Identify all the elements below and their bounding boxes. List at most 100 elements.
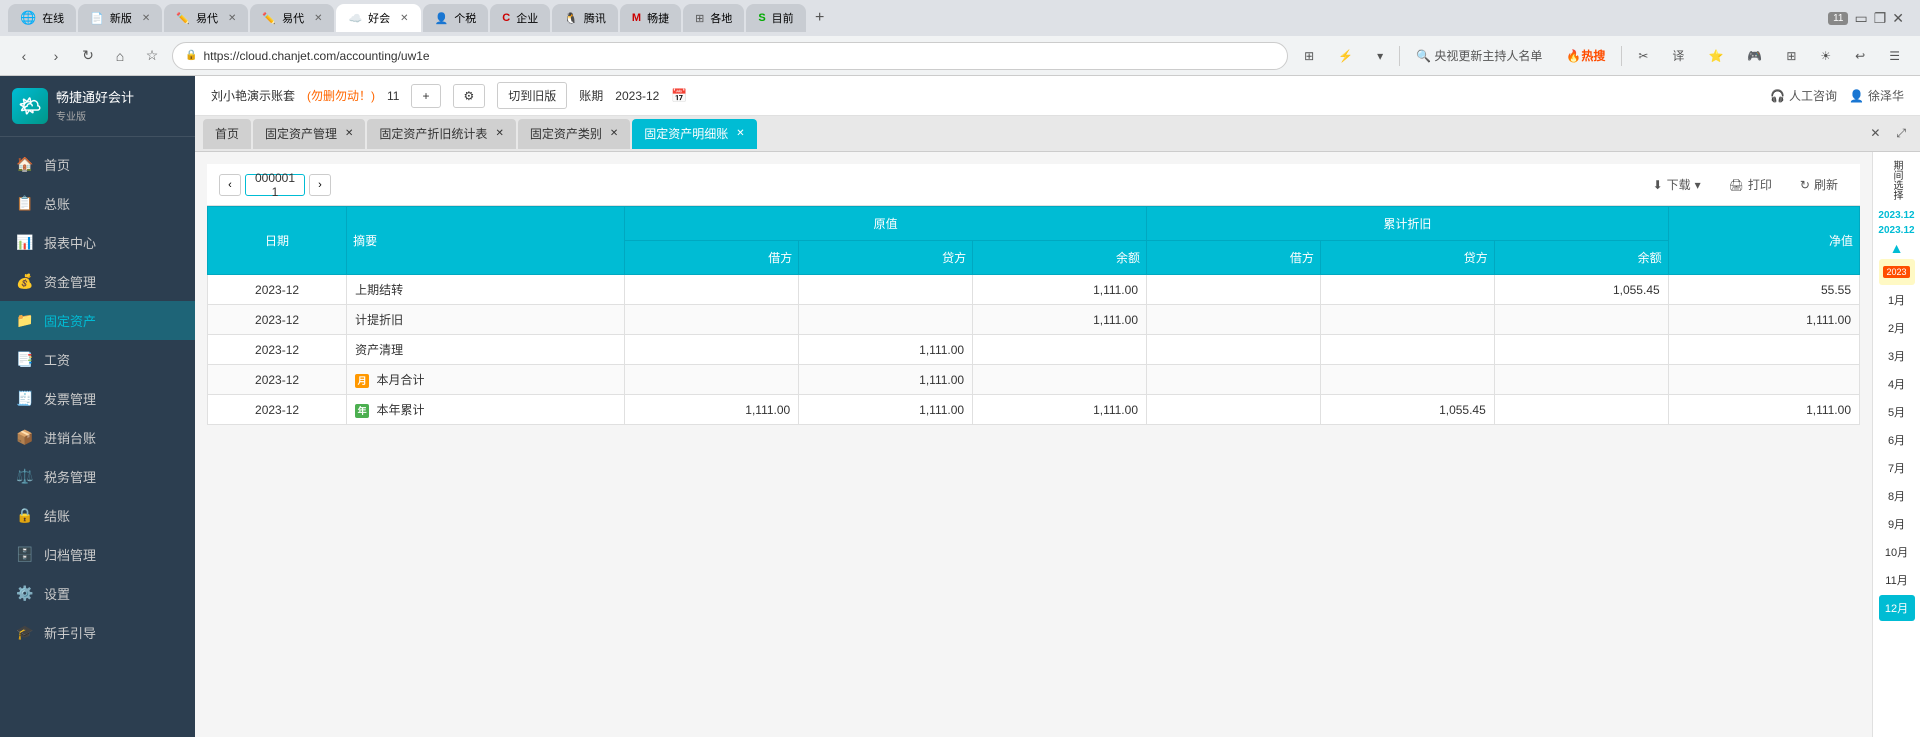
sidebar-item-ledger[interactable]: 📋 总账 (0, 184, 195, 223)
forward-button[interactable]: › (44, 44, 68, 68)
translate-btn[interactable]: 译 (1664, 43, 1692, 68)
undo-btn[interactable]: ↩ (1847, 45, 1873, 67)
period-month-8[interactable]: 8月 (1879, 483, 1915, 509)
search-bar[interactable]: 🔍 央视更新主持人名单 (1408, 43, 1550, 68)
switch-version-button[interactable]: 切到旧版 (497, 82, 567, 109)
browser-tab-qiye[interactable]: C 企业 (490, 4, 550, 32)
sidebar-item-purchase-sales[interactable]: 📦 进销台账 (0, 418, 195, 457)
settings-button[interactable]: ⚙ (453, 84, 486, 108)
period-month-11[interactable]: 11月 (1879, 567, 1915, 593)
cell-date: 2023-12 (208, 275, 347, 305)
period-month-5[interactable]: 5月 (1879, 399, 1915, 425)
tab-bar: 🌐 在线 📄 新版 ✕ ✏️ 易代 ✕ ✏️ 易代 ✕ ☁️ 好会 ✕ 👤 个税 (0, 0, 1920, 36)
restore-icon[interactable]: ❐ (1874, 10, 1887, 27)
tab-asset-detail-ledger[interactable]: 固定资产明细账 ✕ (632, 119, 756, 149)
user-profile-button[interactable]: 👤 徐泽华 (1849, 87, 1904, 104)
page-number-display[interactable]: 000001 1 (245, 174, 305, 196)
tab-fixed-assets-mgmt[interactable]: 固定资产管理 ✕ (253, 119, 365, 149)
home-button[interactable]: ⌂ (108, 44, 132, 68)
cell-orig-credit: 1,111.00 (799, 365, 973, 395)
cell-dep-balance (1494, 395, 1668, 425)
period-month-4[interactable]: 4月 (1879, 371, 1915, 397)
game-btn[interactable]: 🎮 (1739, 45, 1770, 67)
tab-close-icon[interactable]: ✕ (736, 128, 744, 139)
refresh-button[interactable]: ↻ (76, 44, 100, 68)
add-account-button[interactable]: + (411, 84, 440, 108)
download-button[interactable]: ⬇ 下载 ▾ (1643, 172, 1711, 197)
tab-close-icon[interactable]: ✕ (314, 13, 322, 24)
browser-tab-tencent[interactable]: 🐧 腾讯 (552, 4, 618, 32)
home-icon: 🏠 (16, 156, 34, 174)
tab-close-icon[interactable]: ✕ (228, 13, 236, 24)
tab-depreciation-stats[interactable]: 固定资产折旧统计表 ✕ (367, 119, 515, 149)
period-month-3[interactable]: 3月 (1879, 343, 1915, 369)
sidebar-item-archive[interactable]: 🗄️ 归档管理 (0, 535, 195, 574)
period-month-12[interactable]: 12月 (1879, 595, 1915, 621)
invoices-icon: 🧾 (16, 390, 34, 408)
browser-tab-geshui[interactable]: 👤 个税 (423, 4, 489, 32)
period-month-7[interactable]: 7月 (1879, 455, 1915, 481)
sidebar-item-guide[interactable]: 🎓 新手引导 (0, 613, 195, 652)
maximize-button[interactable]: ⤢ (1890, 124, 1912, 143)
print-button[interactable]: 🖨 打印 (1719, 172, 1782, 197)
period-start-date[interactable]: 2023.12 (1874, 208, 1918, 223)
sidebar-item-settings[interactable]: ⚙️ 设置 (0, 574, 195, 613)
cell-net-value: 1,111.00 (1668, 305, 1859, 335)
sidebar-item-reports[interactable]: 📊 报表中心 (0, 223, 195, 262)
sidebar-item-label: 报表中心 (44, 233, 96, 252)
header-user-text: 刘小艳演示账套 (211, 87, 295, 104)
period-end-date[interactable]: 2023.12 (1874, 223, 1918, 238)
sidebar-item-invoices[interactable]: 🧾 发票管理 (0, 379, 195, 418)
archive-icon: 🗄️ (16, 546, 34, 564)
browser-tab-yidai1[interactable]: ✏️ 易代 ✕ (164, 4, 248, 32)
url-input[interactable]: 🔒 https://cloud.chanjet.com/accounting/u… (172, 42, 1288, 70)
period-month-2[interactable]: 2月 (1879, 315, 1915, 341)
tab-close-icon[interactable]: ✕ (610, 128, 618, 139)
browser-tab-haokuai[interactable]: ☁️ 好会 ✕ (336, 4, 420, 32)
period-month-9[interactable]: 9月 (1879, 511, 1915, 537)
tab-asset-category[interactable]: 固定资产类别 ✕ (518, 119, 630, 149)
scissors-btn[interactable]: ✂ (1630, 45, 1656, 67)
period-month-10[interactable]: 10月 (1879, 539, 1915, 565)
browser-tab-online[interactable]: 🌐 在线 (8, 4, 76, 32)
service-button[interactable]: 🎧 人工咨询 (1770, 87, 1837, 104)
sidebar-item-funds[interactable]: 💰 资金管理 (0, 262, 195, 301)
dropdown-btn[interactable]: ▾ (1369, 45, 1391, 67)
tab-close-icon[interactable]: ✕ (142, 13, 150, 24)
browser-tab-new[interactable]: 📄 新版 ✕ (78, 4, 162, 32)
browser-tab-yidai2[interactable]: ✏️ 易代 ✕ (250, 4, 334, 32)
minimize-icon[interactable]: ▭ (1854, 10, 1867, 27)
bookmark-button[interactable]: ☆ (140, 44, 164, 68)
sidebar-item-fixed-assets[interactable]: 📁 固定资产 (0, 301, 195, 340)
next-page-button[interactable]: › (309, 174, 331, 196)
prev-page-button[interactable]: ‹ (219, 174, 241, 196)
star-btn[interactable]: ⭐ (1700, 45, 1731, 67)
tab-home[interactable]: 首页 (203, 119, 251, 149)
browser-tab-gedi[interactable]: ⊞ 各地 (683, 4, 744, 32)
close-browser-icon[interactable]: ✕ (1892, 10, 1904, 27)
grid-btn[interactable]: ⊞ (1778, 45, 1804, 67)
close-all-button[interactable]: ✕ (1864, 124, 1886, 143)
calendar-icon[interactable]: 📅 (671, 88, 687, 104)
period-month-6[interactable]: 6月 (1879, 427, 1915, 453)
tab-close-icon[interactable]: ✕ (495, 128, 503, 139)
brightness-btn[interactable]: ☀ (1812, 45, 1839, 67)
sidebar-item-tax[interactable]: ⚖️ 税务管理 (0, 457, 195, 496)
browser-tab-muqian[interactable]: S 目前 (746, 4, 805, 32)
lightning-btn[interactable]: ⚡ (1330, 45, 1361, 67)
menu-btn[interactable]: ☰ (1881, 45, 1908, 67)
tab-close-icon[interactable]: ✕ (400, 13, 408, 24)
new-tab-button[interactable]: + (808, 6, 832, 30)
sidebar-item-home[interactable]: 🏠 首页 (0, 145, 195, 184)
browser-tab-changjie[interactable]: M 畅捷 (620, 4, 681, 32)
period-month-1[interactable]: 1月 (1879, 287, 1915, 313)
extension-btn[interactable]: ⊞ (1296, 45, 1322, 67)
tab-close-icon[interactable]: ✕ (345, 128, 353, 139)
sidebar-item-payroll[interactable]: 📑 工资 (0, 340, 195, 379)
period-up-button[interactable]: ▲ (1882, 238, 1912, 258)
refresh-button[interactable]: ↻ 刷新 (1790, 172, 1848, 197)
tab-close-all-area: ✕ ⤢ (1864, 124, 1912, 143)
sidebar-item-closing[interactable]: 🔒 结账 (0, 496, 195, 535)
back-button[interactable]: ‹ (12, 44, 36, 68)
hot-search-btn[interactable]: 🔥热搜 (1558, 43, 1613, 68)
